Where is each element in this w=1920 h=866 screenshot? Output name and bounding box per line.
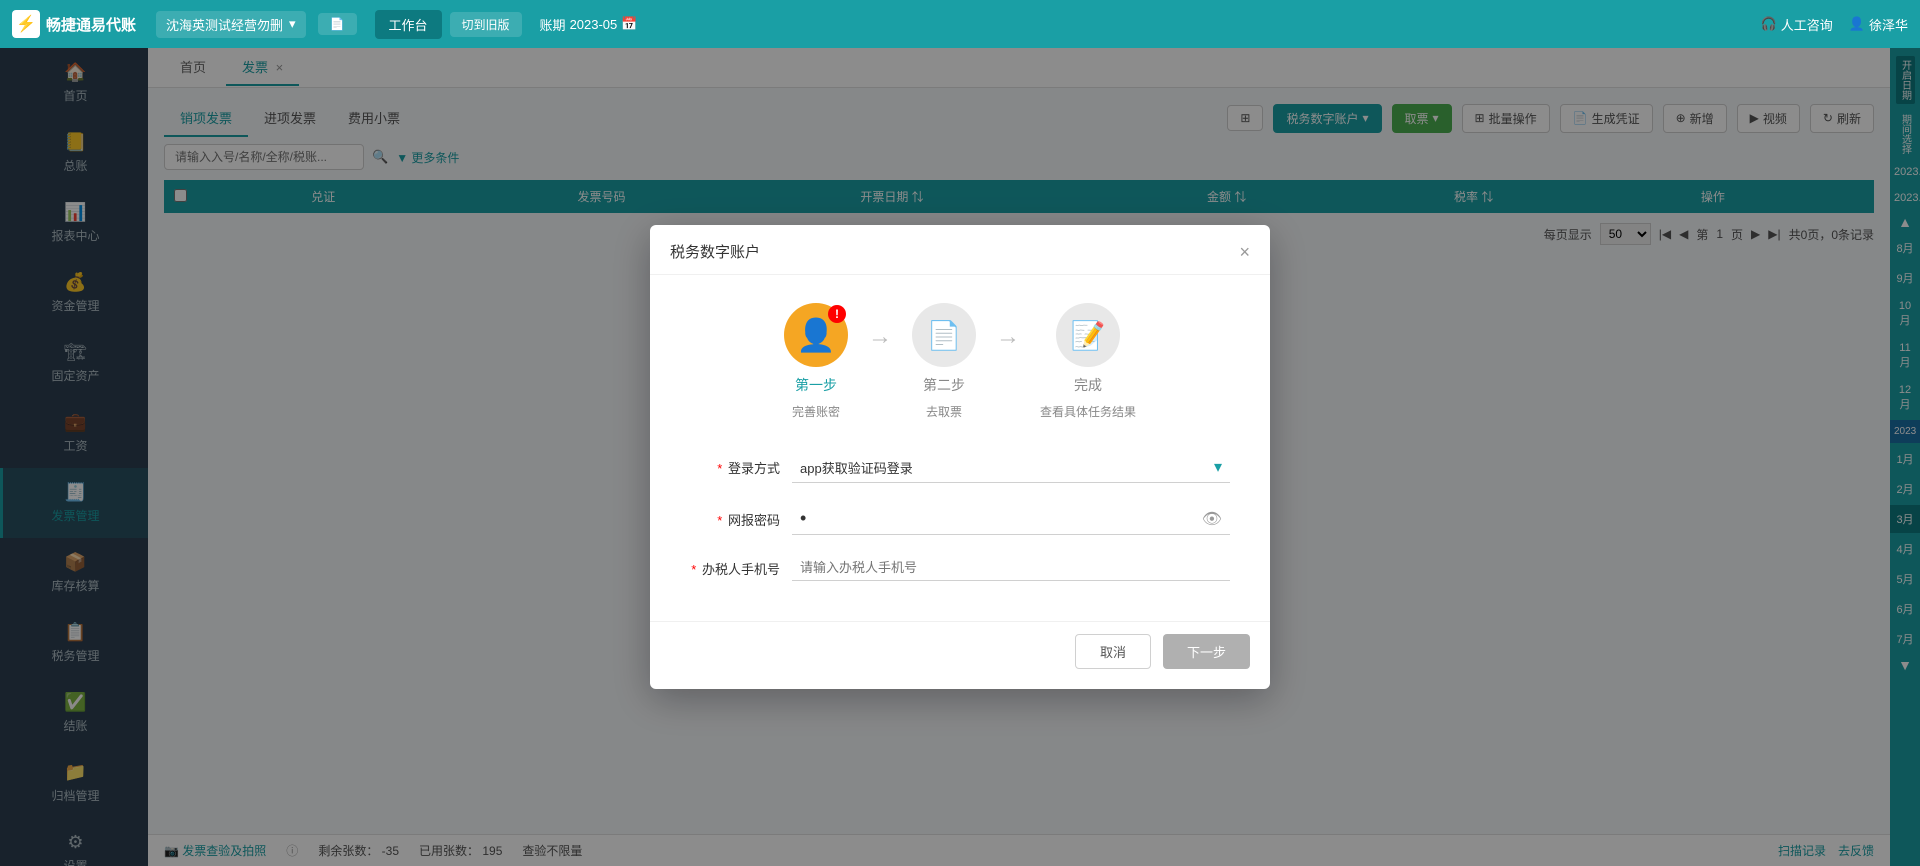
dialog-form: * 登录方式 app获取验证码登录 ▾ * 网报密码 •	[690, 452, 1230, 581]
step-2: 📄 第二步 去取票	[912, 303, 976, 420]
login-method-value: app获取验证码登录	[800, 458, 1214, 477]
password-row: * 网报密码 • 👁	[690, 503, 1230, 535]
step-3: 📝 完成 查看具体任务结果	[1040, 303, 1136, 420]
doc-icon-btn[interactable]: 📄	[318, 13, 357, 35]
step-2-icon: 📄	[927, 319, 962, 352]
step-3-icon-wrap: 📝	[1056, 303, 1120, 367]
password-dot: •	[800, 508, 1202, 529]
user-info[interactable]: 👤 徐泽华	[1849, 15, 1908, 34]
step-1-icon: 👤	[796, 316, 836, 354]
step-3-sublabel: 查看具体任务结果	[1040, 403, 1136, 420]
login-method-select[interactable]: app获取验证码登录 ▾	[792, 452, 1230, 483]
app-name: 畅捷通易代账	[46, 14, 136, 35]
top-header: ⚡ 畅捷通易代账 沈海英测试经营勿删 ▾ 📄 工作台 切到旧版 账期 2023-…	[0, 0, 1920, 48]
header-icons: 📄 工作台 切到旧版 账期 2023-05 📅	[318, 10, 638, 39]
stepper: 👤 ! 第一步 完善账密 → 📄 第二步 去取票 →	[690, 303, 1230, 420]
step-2-icon-wrap: 📄	[912, 303, 976, 367]
dialog-footer: 取消 下一步	[650, 621, 1270, 689]
tax-digital-dialog: 税务数字账户 × 👤 ! 第一步 完善账密 →	[650, 225, 1270, 689]
period-info: 账期 2023-05 📅	[540, 15, 638, 34]
phone-label: * 办税人手机号	[690, 559, 780, 578]
company-selector[interactable]: 沈海英测试经营勿删 ▾	[156, 11, 306, 38]
company-dropdown-icon: ▾	[289, 16, 296, 32]
switch-old-btn[interactable]: 切到旧版	[450, 12, 522, 37]
step-3-icon: 📝	[1071, 319, 1106, 352]
customer-service[interactable]: 🎧 人工咨询	[1761, 15, 1833, 34]
phone-row: * 办税人手机号	[690, 555, 1230, 581]
step-2-label: 第二步	[923, 375, 965, 395]
dialog-body: 👤 ! 第一步 完善账密 → 📄 第二步 去取票 →	[650, 275, 1270, 621]
dialog-close-btn[interactable]: ×	[1239, 243, 1250, 261]
company-name: 沈海英测试经营勿删	[166, 15, 283, 34]
step-arrow-2: →	[976, 323, 1040, 351]
logo-icon: ⚡	[12, 10, 40, 38]
password-field[interactable]: • 👁	[792, 503, 1230, 535]
calendar-icon[interactable]: 📅	[621, 16, 637, 32]
dialog-title: 税务数字账户	[670, 241, 760, 262]
step-1-icon-wrap: 👤 !	[784, 303, 848, 367]
step-3-label: 完成	[1074, 375, 1102, 395]
step-arrow-1: →	[848, 323, 912, 351]
headset-icon: 🎧	[1761, 16, 1777, 32]
step-1: 👤 ! 第一步 完善账密	[784, 303, 848, 420]
step-2-sublabel: 去取票	[926, 403, 962, 420]
login-method-dropdown-icon: ▾	[1214, 457, 1222, 477]
step-1-sublabel: 完善账密	[792, 403, 840, 420]
password-label: * 网报密码	[690, 510, 780, 529]
cancel-button[interactable]: 取消	[1075, 634, 1151, 669]
user-avatar-icon: 👤	[1849, 16, 1865, 32]
login-method-label: * 登录方式	[690, 458, 780, 477]
step-1-label: 第一步	[795, 375, 837, 395]
phone-input[interactable]	[792, 555, 1230, 581]
app-logo: ⚡ 畅捷通易代账	[12, 10, 136, 38]
password-toggle-icon[interactable]: 👁	[1202, 509, 1222, 529]
dialog-header: 税务数字账户 ×	[650, 225, 1270, 275]
header-right: 🎧 人工咨询 👤 徐泽华	[1761, 15, 1908, 34]
login-method-row: * 登录方式 app获取验证码登录 ▾	[690, 452, 1230, 483]
next-button[interactable]: 下一步	[1163, 634, 1250, 669]
dialog-overlay: 税务数字账户 × 👤 ! 第一步 完善账密 →	[0, 48, 1920, 866]
step-1-error-badge: !	[828, 305, 846, 323]
workbench-btn[interactable]: 工作台	[375, 10, 442, 39]
